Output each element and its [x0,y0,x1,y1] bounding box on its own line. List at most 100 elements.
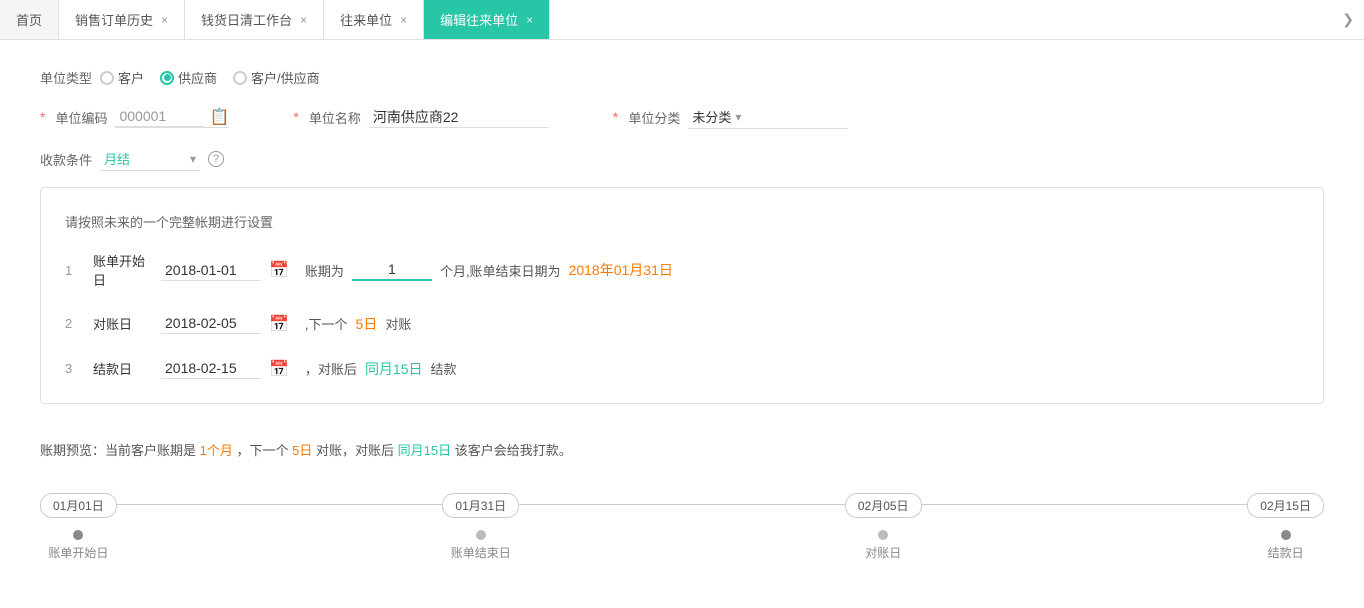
tab-edit-partner-close[interactable]: × [526,13,533,27]
period-row-3-calendar-icon[interactable]: 📅 [269,359,289,379]
unit-class-select[interactable]: 未分类 ▾ [688,105,848,129]
period-row-2-suffix: 对账 [385,314,411,333]
period-row-2-date[interactable]: 2018-02-05 [161,313,261,334]
period-row-3: 3 结款日 2018-02-15 📅 ，对账后 同月15日 结款 [65,358,1299,379]
unit-class-value: 未分类 [692,107,731,126]
timeline-points: 01月01日 账单开始日 01月31日 账单结束日 02月05日 对账日 02月… [40,493,1324,561]
preview-h1: 1个月 [200,443,233,458]
tab-edit-partner[interactable]: 编辑往来单位 × [424,0,550,39]
tab-home[interactable]: 首页 [0,0,59,39]
period-section-box: 请按照未来的一个完整帐期进行设置 1 账单开始日 2018-01-01 📅 账期… [40,187,1324,404]
period-row-1-calendar-icon[interactable]: 📅 [269,260,289,280]
tab-sales-history[interactable]: 销售订单历史 × [59,0,185,39]
timeline-badge-4: 02月15日 [1247,493,1324,518]
timeline-label-3: 对账日 [865,544,901,561]
section-title: 请按照未来的一个完整帐期进行设置 [65,212,1299,231]
preview-h2: 5日 [292,443,312,458]
tab-home-label: 首页 [16,10,42,29]
radio-both[interactable]: 客户/供应商 [233,68,320,87]
period-row-2-num: 2 [65,316,85,331]
period-row-1-date[interactable]: 2018-01-01 [161,260,261,281]
tab-sales-history-label: 销售订单历史 [75,10,153,29]
radio-supplier-circle [160,71,174,85]
unit-code-calendar-icon[interactable]: 📋 [209,107,229,127]
period-row-1-num: 1 [65,263,85,278]
radio-supplier[interactable]: 供应商 [160,68,217,87]
timeline-label-2: 账单结束日 [451,544,511,561]
preview-h3: 同月15日 [398,443,451,458]
unit-type-label: 单位类型 [40,68,92,87]
timeline-point-1: 01月01日 账单开始日 [40,493,117,561]
unit-info-row: * 单位编码 000001 📋 * 单位名称 河南供应商22 * 单位分类 未分… [40,105,1324,129]
period-row-3-suffix: 结款 [431,359,457,378]
preview-prefix: 账期预览：当前客户账期是 [40,443,196,458]
unit-code-input[interactable]: 000001 [115,106,205,127]
unit-code-label: 单位编码 [55,108,107,127]
period-row-1-highlight: 2018年01月31日 [569,260,673,280]
unit-name-star: * [293,109,298,125]
timeline-dot-3 [878,530,888,540]
radio-customer-label: 客户 [118,68,144,87]
unit-type-row: 单位类型 客户 供应商 客户/供应商 [40,68,1324,87]
main-content: 单位类型 客户 供应商 客户/供应商 * 单位编码 000001 📋 [0,40,1364,608]
preview-mid2: 对账，对账后 [316,443,394,458]
period-row-2-highlight: 5日 [356,314,378,334]
tab-cash-work-label: 钱货日清工作台 [201,10,292,29]
radio-customer-circle [100,71,114,85]
timeline-badge-2: 01月31日 [442,493,519,518]
timeline-dot-1 [73,530,83,540]
radio-customer[interactable]: 客户 [100,68,144,87]
period-row-2-prefix: ,下一个 [305,314,348,333]
tab-sales-history-close[interactable]: × [161,13,168,27]
payment-help-icon[interactable]: ? [208,151,224,167]
timeline-label-1: 账单开始日 [48,544,108,561]
period-row-1: 1 账单开始日 2018-01-01 📅 账期为 1 个月,账单结束日期为 20… [65,251,1299,289]
tab-partner-unit-close[interactable]: × [400,13,407,27]
period-row-3-date[interactable]: 2018-02-15 [161,358,261,379]
radio-both-label: 客户/供应商 [251,68,320,87]
timeline: 01月01日 账单开始日 01月31日 账单结束日 02月05日 对账日 02月… [40,483,1324,561]
preview-section: 账期预览：当前客户账期是 1个月 ，下一个 5日 对账，对账后 同月15日 该客… [40,424,1324,459]
period-row-1-mid: 账期为 [305,261,344,280]
tab-partner-unit[interactable]: 往来单位 × [324,0,424,39]
timeline-label-4: 结款日 [1268,544,1304,561]
timeline-badge-1: 01月01日 [40,493,117,518]
timeline-dot-2 [476,530,486,540]
tab-cash-work[interactable]: 钱货日清工作台 × [185,0,324,39]
timeline-point-3: 02月05日 对账日 [845,493,922,561]
timeline-dot-4 [1281,530,1291,540]
preview-suffix: 该客户会给我打款。 [455,443,572,458]
payment-value: 月结 [104,149,186,168]
period-row-2-calendar-icon[interactable]: 📅 [269,314,289,334]
unit-class-label: 单位分类 [628,108,680,127]
period-row-2-label: 对账日 [93,314,153,333]
unit-code-field: 000001 📋 [115,106,229,128]
timeline-badge-3: 02月05日 [845,493,922,518]
radio-group-unit-type: 客户 供应商 客户/供应商 [100,68,320,87]
tab-cash-work-close[interactable]: × [300,13,307,27]
period-row-1-suffix: 个月,账单结束日期为 [440,261,561,280]
period-row-1-label: 账单开始日 [93,251,153,289]
tab-partner-unit-label: 往来单位 [340,10,392,29]
unit-name-label: 单位名称 [309,108,361,127]
unit-class-chevron-icon: ▾ [735,110,741,124]
period-row-2: 2 对账日 2018-02-05 📅 ,下一个 5日 对账 [65,313,1299,334]
period-months-input[interactable]: 1 [352,259,432,281]
period-row-3-highlight: 同月15日 [365,359,423,379]
preview-mid: ，下一个 [237,443,289,458]
period-row-3-label: 结款日 [93,359,153,378]
payment-select[interactable]: 月结 ▾ [100,147,200,171]
tab-expand-btn[interactable]: ❯ [1332,0,1364,39]
period-row-3-prefix: ，对账后 [305,359,357,378]
period-row-3-num: 3 [65,361,85,376]
radio-both-circle [233,71,247,85]
tab-bar: 首页 销售订单历史 × 钱货日清工作台 × 往来单位 × 编辑往来单位 × ❯ [0,0,1364,40]
payment-chevron-icon: ▾ [190,152,196,166]
payment-label: 收款条件 [40,150,92,169]
radio-supplier-label: 供应商 [178,68,217,87]
expand-icon: ❯ [1342,11,1354,28]
tab-edit-partner-label: 编辑往来单位 [440,10,518,29]
unit-name-input[interactable]: 河南供应商22 [369,107,549,128]
timeline-point-2: 01月31日 账单结束日 [442,493,519,561]
payment-row: 收款条件 月结 ▾ ? [40,147,1324,171]
